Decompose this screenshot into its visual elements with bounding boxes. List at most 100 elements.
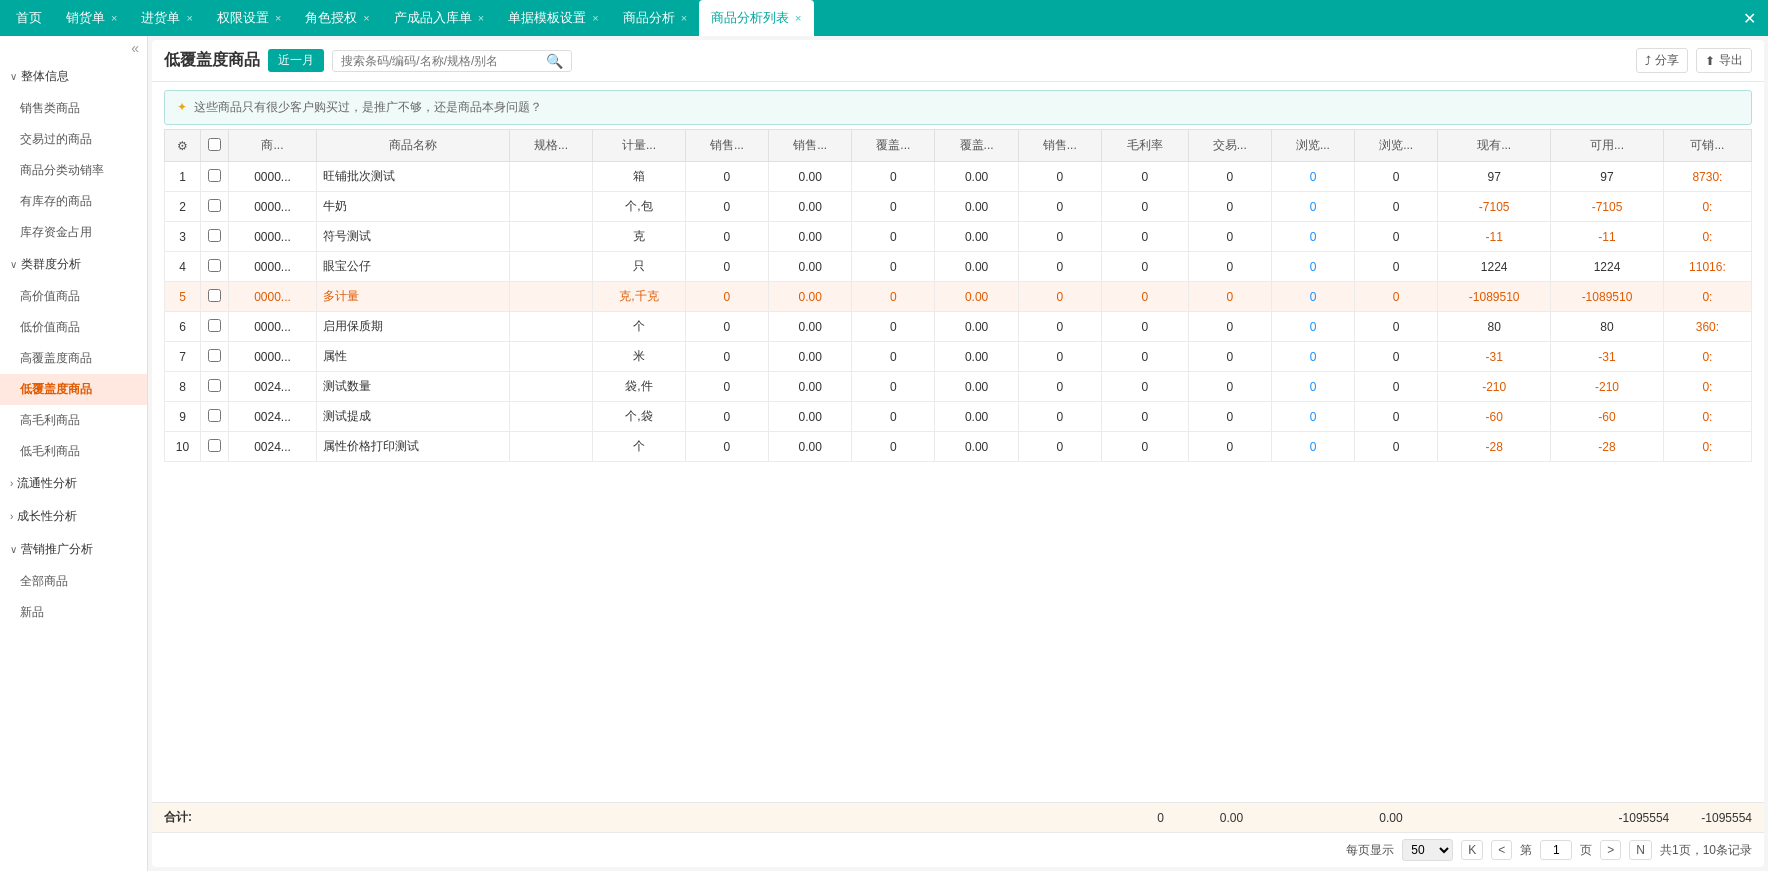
row-coverage2: 0.00 [935, 432, 1018, 462]
row-sales-qty: 0 [685, 312, 768, 342]
col-header-current-stock[interactable]: 现有... [1438, 130, 1551, 162]
row-checkbox[interactable] [201, 342, 229, 372]
nav-tab-purchase[interactable]: 进货单 × [129, 0, 204, 36]
col-header-spec[interactable]: 规格... [509, 130, 592, 162]
col-header-browse2[interactable]: 浏览... [1355, 130, 1438, 162]
row-browse1[interactable]: 0 [1271, 282, 1354, 312]
close-finished-tab[interactable]: × [478, 12, 484, 24]
close-template-tab[interactable]: × [592, 12, 598, 24]
row-browse1[interactable]: 0 [1271, 192, 1354, 222]
sidebar-item-high-margin[interactable]: 高毛利商品 [0, 405, 147, 436]
search-icon[interactable]: 🔍 [546, 53, 563, 69]
sidebar-item-all-goods[interactable]: 全部商品 [0, 566, 147, 597]
col-header-available[interactable]: 可用... [1551, 130, 1664, 162]
nav-tab-analysis-list[interactable]: 商品分析列表 × [699, 0, 813, 36]
per-page-select[interactable]: 50 20 100 [1402, 839, 1453, 861]
row-transaction: 0 [1188, 282, 1271, 312]
row-checkbox[interactable] [201, 372, 229, 402]
row-checkbox[interactable] [201, 162, 229, 192]
row-browse1[interactable]: 0 [1271, 222, 1354, 252]
sidebar-section-overall[interactable]: ∨ 整体信息 [0, 60, 147, 93]
row-browse1[interactable]: 0 [1271, 342, 1354, 372]
row-browse1[interactable]: 0 [1271, 162, 1354, 192]
col-header-sales-count[interactable]: 销售... [1018, 130, 1101, 162]
star-icon: ✦ [177, 100, 187, 114]
col-header-unit[interactable]: 计量... [593, 130, 686, 162]
row-checkbox[interactable] [201, 222, 229, 252]
row-browse2: 0 [1355, 432, 1438, 462]
row-sales-count: 0 [1018, 402, 1101, 432]
close-analysis-tab[interactable]: × [681, 12, 687, 24]
next-page-button[interactable]: > [1600, 840, 1621, 860]
row-checkbox[interactable] [201, 312, 229, 342]
row-browse1[interactable]: 0 [1271, 252, 1354, 282]
nav-tab-sales[interactable]: 销货单 × [54, 0, 129, 36]
close-analysis-list-tab[interactable]: × [795, 12, 801, 24]
row-current-stock: 97 [1438, 162, 1551, 192]
settings-column-header[interactable]: ⚙ [165, 130, 201, 162]
sidebar-item-category-rate[interactable]: 商品分类动销率 [0, 155, 147, 186]
col-header-browse1[interactable]: 浏览... [1271, 130, 1354, 162]
sidebar-item-stock-capital[interactable]: 库存资金占用 [0, 217, 147, 248]
col-header-coverage2[interactable]: 覆盖... [935, 130, 1018, 162]
sidebar-item-traded-goods[interactable]: 交易过的商品 [0, 124, 147, 155]
sidebar-item-high-value[interactable]: 高价值商品 [0, 281, 147, 312]
sidebar-item-low-margin[interactable]: 低毛利商品 [0, 436, 147, 467]
sidebar-item-low-value[interactable]: 低价值商品 [0, 312, 147, 343]
row-coverage2: 0.00 [935, 162, 1018, 192]
close-purchase-tab[interactable]: × [186, 12, 192, 24]
close-permission-tab[interactable]: × [275, 12, 281, 24]
filter-recent-month-button[interactable]: 近一月 [268, 49, 324, 72]
row-num: 1 [165, 162, 201, 192]
sidebar-section-cluster[interactable]: ∨ 类群度分析 [0, 248, 147, 281]
row-checkbox[interactable] [201, 402, 229, 432]
row-browse1[interactable]: 0 [1271, 372, 1354, 402]
sidebar-section-liquidity[interactable]: › 流通性分析 [0, 467, 147, 500]
sidebar-section-marketing[interactable]: ∨ 营销推广分析 [0, 533, 147, 566]
sidebar-item-sales-goods[interactable]: 销售类商品 [0, 93, 147, 124]
sidebar-item-high-coverage[interactable]: 高覆盖度商品 [0, 343, 147, 374]
row-browse1[interactable]: 0 [1271, 402, 1354, 432]
sidebar-collapse-button[interactable]: « [0, 36, 147, 60]
row-transaction: 0 [1188, 402, 1271, 432]
nav-tab-permission[interactable]: 权限设置 × [205, 0, 293, 36]
row-checkbox[interactable] [201, 192, 229, 222]
search-input[interactable] [341, 54, 546, 68]
col-header-sales-qty[interactable]: 销售... [685, 130, 768, 162]
row-browse1[interactable]: 0 [1271, 312, 1354, 342]
close-role-tab[interactable]: × [363, 12, 369, 24]
sidebar-item-stocked-goods[interactable]: 有库存的商品 [0, 186, 147, 217]
row-checkbox[interactable] [201, 282, 229, 312]
sidebar-item-low-coverage[interactable]: 低覆盖度商品 [0, 374, 147, 405]
last-page-button[interactable]: N [1629, 840, 1652, 860]
row-checkbox[interactable] [201, 432, 229, 462]
row-sellable: 0: [1663, 192, 1751, 222]
row-sales-count: 0 [1018, 222, 1101, 252]
current-page-input[interactable] [1540, 840, 1572, 860]
export-button[interactable]: ⬆ 导出 [1696, 48, 1752, 73]
col-header-gross-margin[interactable]: 毛利率 [1101, 130, 1188, 162]
col-header-sales-amt[interactable]: 销售... [769, 130, 852, 162]
per-page-label: 每页显示 [1346, 842, 1394, 859]
select-all-checkbox[interactable] [208, 138, 221, 151]
sidebar-section-growth[interactable]: › 成长性分析 [0, 500, 147, 533]
first-page-button[interactable]: K [1461, 840, 1483, 860]
nav-tab-role[interactable]: 角色授权 × [293, 0, 381, 36]
row-unit: 箱 [593, 162, 686, 192]
nav-tab-home[interactable]: 首页 [4, 0, 54, 36]
close-all-tabs-button[interactable]: ✕ [1735, 9, 1764, 28]
nav-tab-template[interactable]: 单据模板设置 × [496, 0, 610, 36]
col-header-code[interactable]: 商... [229, 130, 317, 162]
sidebar-item-new-goods[interactable]: 新品 [0, 597, 147, 628]
nav-tab-finished[interactable]: 产成品入库单 × [382, 0, 496, 36]
row-browse1[interactable]: 0 [1271, 432, 1354, 462]
prev-page-button[interactable]: < [1491, 840, 1512, 860]
row-checkbox[interactable] [201, 252, 229, 282]
share-button[interactable]: ⤴ 分享 [1636, 48, 1688, 73]
close-sales-tab[interactable]: × [111, 12, 117, 24]
col-header-coverage1[interactable]: 覆盖... [852, 130, 935, 162]
col-header-transaction[interactable]: 交易... [1188, 130, 1271, 162]
nav-tab-analysis[interactable]: 商品分析 × [611, 0, 699, 36]
col-header-sellable[interactable]: 可销... [1663, 130, 1751, 162]
col-header-name[interactable]: 商品名称 [316, 130, 509, 162]
